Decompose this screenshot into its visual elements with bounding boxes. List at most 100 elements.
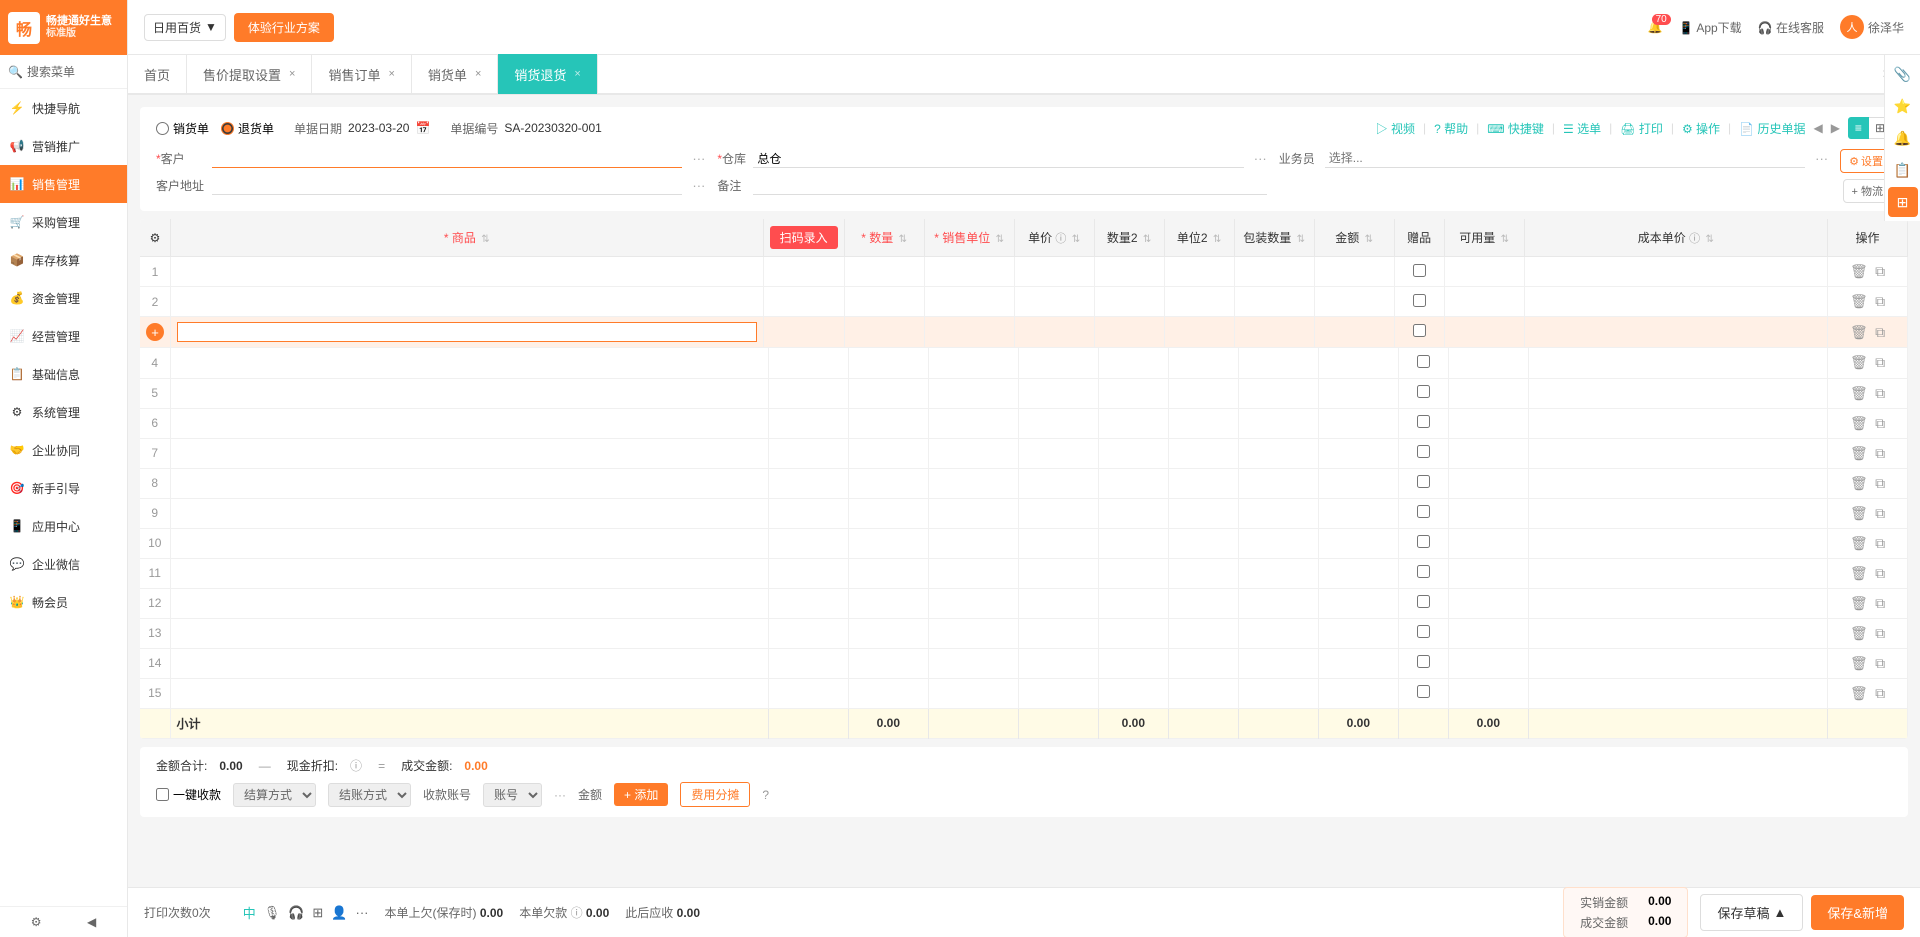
delete-row-icon[interactable]: 🗑 [1850,415,1868,431]
gift-checkbox[interactable] [1417,445,1430,458]
tab-sales-order[interactable]: 销售订单 × [312,54,411,94]
copy-row-icon[interactable]: ⧉ [1875,445,1885,461]
copy-row-icon[interactable]: ⧉ [1875,565,1885,581]
right-panel-icon-5[interactable]: ⊞ [1888,187,1918,217]
sidebar-settings-icon[interactable]: ⚙ [31,915,42,929]
unit2-sort[interactable]: ⇅ [1213,234,1221,245]
one-click-checkbox[interactable] [156,788,169,801]
sidebar-item-guide[interactable]: 🎯 新手引导 [0,469,127,507]
help-link[interactable]: ? 帮助 [1434,120,1468,137]
one-click-payment-label[interactable]: 一键收款 [156,786,221,803]
tab-price-settings[interactable]: 售价提取设置 × [187,54,312,94]
view-list-btn[interactable]: ≡ [1848,117,1869,139]
sidebar-item-system[interactable]: ⚙ 系统管理 [0,393,127,431]
gift-checkbox[interactable] [1417,385,1430,398]
save-new-button[interactable]: 保存&新增 [1811,895,1904,930]
delete-row-icon[interactable]: 🗑 [1850,535,1868,551]
account-dots[interactable]: ··· [554,788,566,802]
gift-checkbox[interactable] [1413,264,1426,277]
copy-row-icon[interactable]: ⧉ [1875,293,1885,309]
copy-row-icon[interactable]: ⧉ [1875,385,1885,401]
sidebar-item-finance[interactable]: 💰 资金管理 [0,279,127,317]
sidebar-item-wechat[interactable]: 💬 企业微信 [0,545,127,583]
amount-sort[interactable]: ⇅ [1365,234,1373,245]
right-panel-icon-4[interactable]: 📋 [1888,155,1918,185]
delete-row-icon[interactable]: 🗑 [1850,505,1868,521]
info-icon-debt[interactable]: ⓘ [571,906,583,920]
app-download-link[interactable]: 📱 App下载 [1679,19,1742,36]
delete-row-icon[interactable]: 🗑 [1850,595,1868,611]
video-link[interactable]: ▷ 视频 [1376,120,1415,137]
pkg-sort[interactable]: ⇅ [1297,234,1305,245]
delete-row-icon[interactable]: 🗑 [1850,625,1868,641]
gift-checkbox[interactable] [1417,505,1430,518]
sidebar-item-quicknav[interactable]: ⚡ 快捷导航 [0,89,127,127]
cash-discount-info[interactable]: ⓘ [350,757,362,774]
copy-row-icon[interactable]: ⧉ [1875,263,1885,279]
delete-row-icon[interactable]: 🗑 [1850,445,1868,461]
customer-input[interactable] [212,149,682,168]
right-panel-icon-3[interactable]: 🔔 [1888,123,1918,153]
dots-icon[interactable]: ··· [356,905,369,920]
copy-row-icon[interactable]: ⧉ [1875,505,1885,521]
online-service-link[interactable]: 🎧 在线客服 [1758,19,1824,36]
pkg-cell[interactable] [1234,257,1314,287]
copy-row-icon[interactable]: ⧉ [1875,595,1885,611]
sidebar-item-enterprise[interactable]: 🤝 企业协同 [0,431,127,469]
address-dots[interactable]: ··· [692,178,705,193]
sidebar-item-vip[interactable]: 👑 畅会员 [0,583,127,621]
gift-checkbox[interactable] [1417,475,1430,488]
delete-row-icon[interactable]: 🗑 [1850,263,1868,279]
price-info-icon[interactable]: ⓘ [1055,233,1066,245]
tab-return[interactable]: 销货退货 × [498,54,597,94]
salesperson-input[interactable] [1325,149,1805,168]
gift-checkbox[interactable] [1417,565,1430,578]
price-cell[interactable] [1014,257,1094,287]
next-doc-icon[interactable]: ▶ [1831,121,1840,135]
copy-row-icon[interactable]: ⧉ [1875,685,1885,701]
gift-checkbox[interactable] [1417,625,1430,638]
user-icon[interactable]: 👤 [331,905,347,921]
delete-row-icon[interactable]: 🗑 [1850,354,1868,370]
add-fee-button[interactable]: + 添加 [614,783,668,806]
qty2-sort[interactable]: ⇅ [1143,234,1151,245]
headset2-icon[interactable]: 🎧 [288,905,304,921]
gift-checkbox[interactable] [1417,595,1430,608]
nav-selector[interactable]: 日用百货 ▼ [144,14,226,41]
qty-cell[interactable] [844,257,924,287]
sidebar-item-sales[interactable]: 📊 销售管理 [0,165,127,203]
settlement-method-select[interactable]: 结算方式 [233,783,316,807]
warehouse-dots[interactable]: ··· [1254,151,1267,166]
gift-checkbox[interactable] [1417,655,1430,668]
copy-row-icon[interactable]: ⧉ [1875,535,1885,551]
fee-split-button[interactable]: 费用分摊 [680,782,750,807]
delete-row-icon[interactable]: 🗑 [1850,685,1868,701]
radio-delivery[interactable]: 销货单 [156,120,209,137]
available-sort[interactable]: ⇅ [1501,234,1509,245]
product-sort[interactable]: ⇅ [481,234,489,245]
right-panel-icon-1[interactable]: 📎 [1888,59,1918,89]
delete-row-icon[interactable]: 🗑 [1850,293,1868,309]
delete-row-icon[interactable]: 🗑 [1850,324,1868,340]
sidebar-item-appstore[interactable]: 📱 应用中心 [0,507,127,545]
prev-doc-icon[interactable]: ◀ [1813,121,1822,135]
customer-dots[interactable]: ··· [692,151,705,166]
tab-close-price[interactable]: × [289,68,295,80]
qty2-cell[interactable] [1094,257,1164,287]
operation-link[interactable]: ⚙ 操作 [1682,120,1720,137]
unit2-cell[interactable] [1164,257,1234,287]
bill-method-select[interactable]: 结账方式 [328,783,411,807]
account-select[interactable]: 账号 [483,783,542,807]
gift-checkbox[interactable] [1417,685,1430,698]
user-menu[interactable]: 人 徐泽华 [1840,15,1904,39]
cost-info-icon[interactable]: ⓘ [1689,233,1700,245]
tab-delivery[interactable]: 销货单 × [412,54,498,94]
copy-row-icon[interactable]: ⧉ [1875,415,1885,431]
delete-row-icon[interactable]: 🗑 [1850,655,1868,671]
history-link[interactable]: 📄 历史单据 [1739,120,1805,137]
copy-row-icon[interactable]: ⧉ [1875,324,1885,340]
radio-return[interactable]: 退货单 [221,120,274,137]
copy-row-icon[interactable]: ⧉ [1875,655,1885,671]
sidebar-item-marketing[interactable]: 📢 营销推广 [0,127,127,165]
warehouse-input[interactable] [753,149,1243,168]
